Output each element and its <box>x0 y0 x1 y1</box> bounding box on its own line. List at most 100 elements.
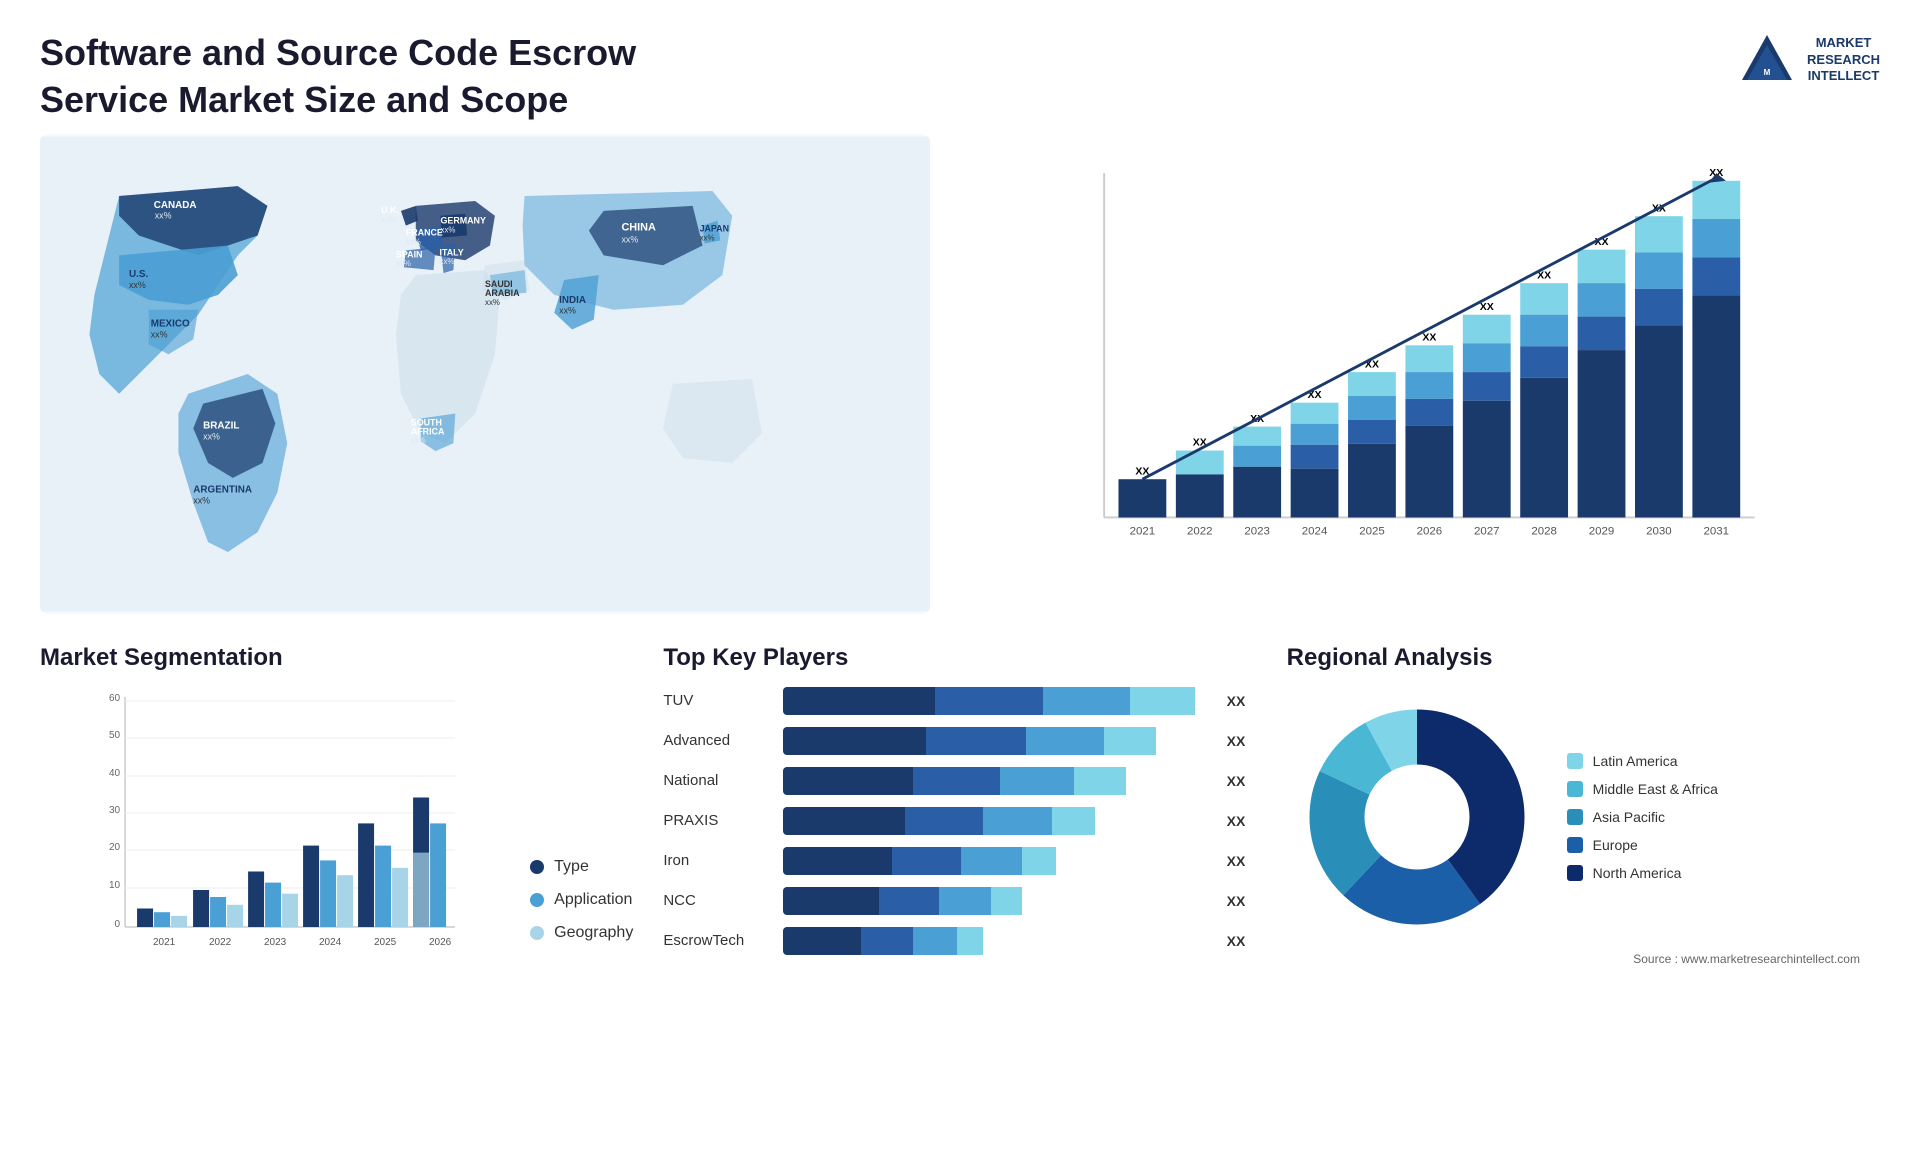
player-val-escrowtech: XX <box>1227 933 1257 949</box>
svg-text:SPAIN: SPAIN <box>396 249 422 259</box>
svg-text:2029: 2029 <box>1589 525 1615 537</box>
svg-text:XX: XX <box>1480 301 1494 313</box>
svg-text:2026: 2026 <box>1417 525 1443 537</box>
player-name-escrowtech: EscrowTech <box>663 932 773 949</box>
player-bar-escrowtech <box>783 927 1216 955</box>
svg-text:GERMANY: GERMANY <box>441 215 486 225</box>
svg-text:CHINA: CHINA <box>621 221 656 233</box>
svg-text:ARABIA: ARABIA <box>485 287 520 297</box>
svg-text:AFRICA: AFRICA <box>411 426 445 436</box>
svg-text:U.K.: U.K. <box>381 204 399 214</box>
svg-text:0: 0 <box>115 919 121 930</box>
player-row-ncc: NCC XX <box>663 887 1256 915</box>
main-content: CANADA xx% U.S. xx% MEXICO xx% BRAZIL xx… <box>0 134 1920 1160</box>
reg-color-latin-america <box>1567 753 1583 769</box>
reg-legend-north-america: North America <box>1567 865 1718 881</box>
svg-text:xx%: xx% <box>440 257 455 266</box>
player-bar-tuv <box>783 687 1216 715</box>
top-row: CANADA xx% U.S. xx% MEXICO xx% BRAZIL xx… <box>40 134 1880 614</box>
svg-text:10: 10 <box>109 880 121 891</box>
svg-text:2027: 2027 <box>1474 525 1500 537</box>
svg-text:2028: 2028 <box>1531 525 1557 537</box>
svg-text:XX: XX <box>1422 331 1436 343</box>
svg-text:2023: 2023 <box>1244 525 1270 537</box>
player-bar-ncc <box>783 887 1216 915</box>
svg-text:xx%: xx% <box>193 495 210 505</box>
segmentation-section: Market Segmentation 60 50 40 30 20 10 <box>40 634 633 1160</box>
player-val-praxis: XX <box>1227 813 1257 829</box>
donut-chart <box>1287 687 1547 947</box>
bar-chart-svg: XX 2021 XX 2022 XX 2023 <box>970 154 1860 594</box>
reg-legend-latin-america: Latin America <box>1567 753 1718 769</box>
svg-text:2024: 2024 <box>1302 525 1328 537</box>
logo-text: MARKET RESEARCH INTELLECT <box>1807 35 1880 86</box>
segmentation-svg: 60 50 40 30 20 10 0 <box>40 687 510 967</box>
svg-text:xx%: xx% <box>559 305 576 315</box>
svg-text:xx%: xx% <box>203 431 220 441</box>
svg-text:xx%: xx% <box>485 297 500 306</box>
svg-text:2022: 2022 <box>209 937 232 948</box>
player-row-tuv: TUV XX <box>663 687 1256 715</box>
svg-text:ITALY: ITALY <box>440 247 464 257</box>
player-name-iron: Iron <box>663 852 773 869</box>
svg-text:2024: 2024 <box>319 937 342 948</box>
svg-text:ARGENTINA: ARGENTINA <box>193 484 252 495</box>
svg-text:xx%: xx% <box>129 280 146 290</box>
svg-text:2026: 2026 <box>429 937 452 948</box>
player-val-ncc: XX <box>1227 893 1257 909</box>
regional-title: Regional Analysis <box>1287 644 1880 672</box>
svg-text:2025: 2025 <box>374 937 397 948</box>
svg-text:xx%: xx% <box>155 210 172 220</box>
svg-text:CANADA: CANADA <box>154 199 197 210</box>
players-title: Top Key Players <box>663 644 1256 672</box>
svg-text:2023: 2023 <box>264 937 287 948</box>
map-section: CANADA xx% U.S. xx% MEXICO xx% BRAZIL xx… <box>40 134 930 614</box>
svg-text:xx%: xx% <box>621 234 638 244</box>
source-text: Source : www.marketresearchintellect.com <box>1287 952 1880 966</box>
svg-text:2021: 2021 <box>153 937 176 948</box>
svg-text:INDIA: INDIA <box>559 294 586 305</box>
svg-text:xx%: xx% <box>396 259 411 268</box>
svg-text:30: 30 <box>109 805 121 816</box>
player-val-advanced: XX <box>1227 733 1257 749</box>
reg-color-mea <box>1567 781 1583 797</box>
svg-text:20: 20 <box>109 842 121 853</box>
svg-text:MEXICO: MEXICO <box>151 318 190 329</box>
segmentation-chart-area: 60 50 40 30 20 10 0 <box>40 687 633 972</box>
player-val-tuv: XX <box>1227 693 1257 709</box>
logo-area: M MARKET RESEARCH INTELLECT <box>1737 30 1880 90</box>
svg-text:2025: 2025 <box>1359 525 1385 537</box>
segmentation-legend: Type Application Geography <box>530 858 633 972</box>
reg-color-asia-pacific <box>1567 809 1583 825</box>
player-bar-national <box>783 767 1216 795</box>
player-bar-iron <box>783 847 1216 875</box>
player-val-national: XX <box>1227 773 1257 789</box>
svg-text:xx%: xx% <box>381 215 396 224</box>
svg-text:xx%: xx% <box>441 225 456 234</box>
svg-text:xx%: xx% <box>151 329 168 339</box>
legend-type: Type <box>530 858 633 876</box>
player-name-advanced: Advanced <box>663 732 773 749</box>
legend-dot-type <box>530 860 544 874</box>
segmentation-title: Market Segmentation <box>40 644 633 672</box>
player-row-iron: Iron XX <box>663 847 1256 875</box>
reg-color-europe <box>1567 837 1583 853</box>
svg-text:JAPAN: JAPAN <box>700 223 729 233</box>
legend-application: Application <box>530 891 633 909</box>
svg-text:xx%: xx% <box>411 436 426 445</box>
regional-section: Regional Analysis <box>1287 634 1880 1160</box>
reg-color-north-america <box>1567 865 1583 881</box>
player-name-praxis: PRAXIS <box>663 812 773 829</box>
regional-content: Latin America Middle East & Africa Asia … <box>1287 687 1880 947</box>
logo-icon: M <box>1737 30 1797 90</box>
player-name-tuv: TUV <box>663 692 773 709</box>
reg-legend-europe: Europe <box>1567 837 1718 853</box>
world-map-svg: CANADA xx% U.S. xx% MEXICO xx% BRAZIL xx… <box>40 134 930 614</box>
players-section: Top Key Players TUV XX Advanced <box>663 634 1256 1160</box>
regional-legend: Latin America Middle East & Africa Asia … <box>1567 753 1718 881</box>
svg-text:FRANCE: FRANCE <box>406 227 443 237</box>
svg-text:U.S.: U.S. <box>129 269 148 280</box>
svg-text:M: M <box>1764 68 1771 77</box>
svg-text:xx%: xx% <box>406 237 421 246</box>
player-name-ncc: NCC <box>663 892 773 909</box>
